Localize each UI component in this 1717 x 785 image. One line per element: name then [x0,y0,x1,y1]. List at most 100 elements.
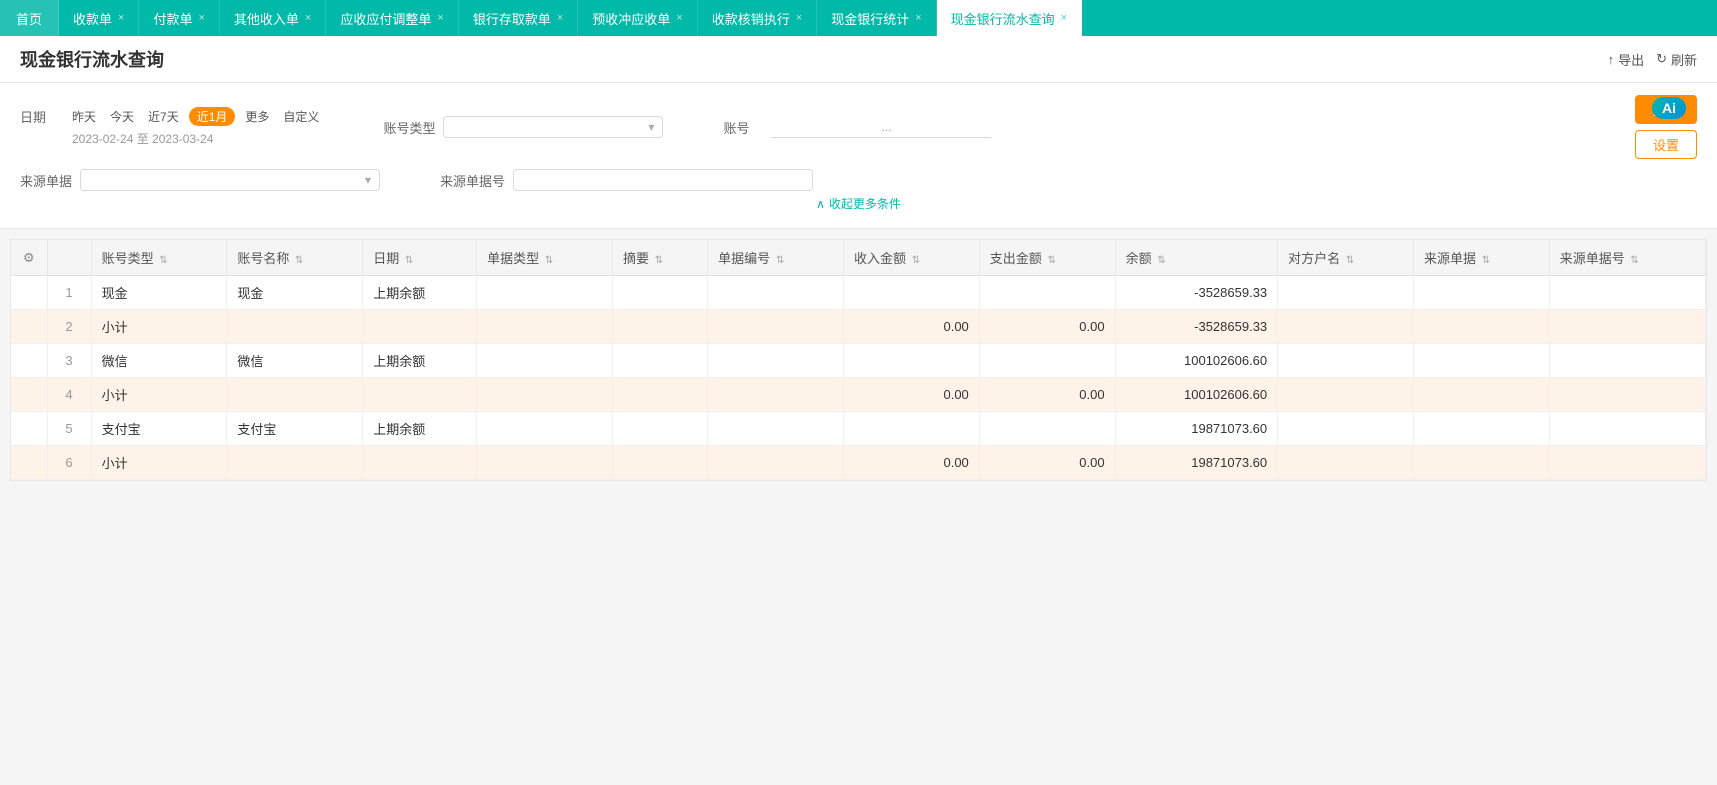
nav-tab-3[interactable]: 应收应付调整单 × [326,0,458,36]
col-balance[interactable]: 余额 ⇅ [1115,240,1278,276]
row-summary [612,412,707,446]
account-type-filter: 账号类型 ▾ [383,116,663,138]
row-gear-cell [11,344,47,378]
shortcut-custom[interactable]: 自定义 [279,107,323,126]
collapse-bar[interactable]: ∧ 收起更多条件 [20,191,1697,220]
col-income[interactable]: 收入金额 ⇅ [843,240,979,276]
row-expense [979,412,1115,446]
col-source-doc[interactable]: 来源单据 ⇅ [1413,240,1549,276]
col-source-doc-no[interactable]: 来源单据号 ⇅ [1549,240,1705,276]
data-table-container: ⚙ 账号类型 ⇅ 账号名称 ⇅ 日期 ⇅ 单据类型 ⇅ [10,239,1707,481]
row-income: 0.00 [843,378,979,412]
nav-tab-4[interactable]: 银行存取款单 × [459,0,578,36]
source-doc-filter: 来源单据 ▾ [20,169,380,191]
row-account-name [227,310,363,344]
row-gear-cell [11,310,47,344]
col-doc-no[interactable]: 单据编号 ⇅ [708,240,844,276]
close-icon[interactable]: × [557,12,563,24]
header-actions: ↑ 导出 ↻ 刷新 [1608,50,1697,69]
row-doc-type [477,446,613,480]
sort-icon: ⇅ [1346,255,1354,266]
sort-icon: ⇅ [1630,255,1638,266]
account-type-label: 账号类型 [383,118,435,137]
chevron-down-icon: ▾ [648,120,654,134]
row-source-doc-no [1549,276,1705,310]
row-account-name [227,378,363,412]
sort-icon: ⇅ [1047,255,1055,266]
col-doc-type[interactable]: 单据类型 ⇅ [477,240,613,276]
nav-tab-1[interactable]: 付款单 × [139,0,219,36]
row-source-doc [1413,446,1549,480]
row-doc-no [708,412,844,446]
account-no-dots-button[interactable]: ... [881,120,989,134]
nav-tab-8[interactable]: 现金银行流水查询 × [937,0,1082,36]
nav-tab-7[interactable]: 现金银行统计 × [817,0,936,36]
col-date[interactable]: 日期 ⇅ [363,240,477,276]
row-gear-cell [11,276,47,310]
sort-icon: ⇅ [1482,255,1490,266]
shortcut-1month[interactable]: 近1月 [189,107,236,126]
close-icon[interactable]: × [676,12,682,24]
nav-tab-2[interactable]: 其他收入单 × [220,0,326,36]
row-doc-no [708,276,844,310]
row-account-type: 微信 [91,344,227,378]
row-counterparty [1278,412,1414,446]
row-date [363,378,477,412]
shortcut-more[interactable]: 更多 [241,107,273,126]
filter-area: 日期 昨天 今天 近7天 近1月 更多 自定义 2023-02-24 至 202… [0,83,1717,229]
row-source-doc [1413,344,1549,378]
row-account-name: 现金 [227,276,363,310]
row-counterparty [1278,446,1414,480]
settings-button[interactable]: 设置 [1635,130,1697,159]
export-button[interactable]: ↑ 导出 [1608,50,1645,69]
refresh-button[interactable]: ↻ 刷新 [1656,50,1697,69]
nav-tab-5[interactable]: 预收冲应收单 × [578,0,697,36]
source-doc-label: 来源单据 [20,171,72,190]
shortcut-yesterday[interactable]: 昨天 [68,107,100,126]
shortcut-today[interactable]: 今天 [106,107,138,126]
gear-column-header[interactable]: ⚙ [11,240,47,276]
row-account-name: 微信 [227,344,363,378]
account-type-select[interactable]: ▾ [443,116,663,138]
row-doc-type [477,378,613,412]
gear-icon[interactable]: ⚙ [23,250,35,265]
shortcut-7days[interactable]: 近7天 [144,107,183,126]
col-account-name[interactable]: 账号名称 ⇅ [227,240,363,276]
nav-tab-0[interactable]: 收款单 × [59,0,139,36]
row-counterparty [1278,344,1414,378]
row-account-name: 支付宝 [227,412,363,446]
row-doc-no [708,446,844,480]
row-summary [612,378,707,412]
col-account-type[interactable]: 账号类型 ⇅ [91,240,227,276]
row-date [363,310,477,344]
close-icon[interactable]: × [198,12,204,24]
nav-tab-6[interactable]: 收款核销执行 × [698,0,817,36]
close-icon[interactable]: × [915,12,921,24]
row-source-doc [1413,378,1549,412]
nav-home[interactable]: 首页 [0,0,59,36]
col-counterparty[interactable]: 对方户名 ⇅ [1278,240,1414,276]
row-income [843,344,979,378]
close-icon[interactable]: × [305,12,311,24]
col-summary[interactable]: 摘要 ⇅ [612,240,707,276]
source-doc-no-input[interactable] [513,169,813,191]
sort-icon: ⇅ [159,255,167,266]
close-icon[interactable]: × [118,12,124,24]
sort-icon: ⇅ [405,255,413,266]
row-doc-type [477,276,613,310]
close-icon[interactable]: × [437,12,443,24]
close-icon[interactable]: × [796,12,802,24]
source-doc-no-label: 来源单据号 [440,171,505,190]
row-counterparty [1278,276,1414,310]
row-date: 上期余额 [363,276,477,310]
col-expense[interactable]: 支出金额 ⇅ [979,240,1115,276]
row-summary [612,446,707,480]
ai-badge[interactable]: Ai [1652,97,1686,119]
source-doc-no-filter: 来源单据号 [440,169,813,191]
row-account-type: 小计 [91,310,227,344]
row-summary [612,344,707,378]
source-doc-select[interactable]: ▾ [80,169,380,191]
row-balance: 100102606.60 [1115,378,1278,412]
close-icon[interactable]: × [1061,12,1067,24]
table-body: 1 现金 现金 上期余额 -3528659.33 2 小计 0.00 0.00 … [11,276,1706,480]
